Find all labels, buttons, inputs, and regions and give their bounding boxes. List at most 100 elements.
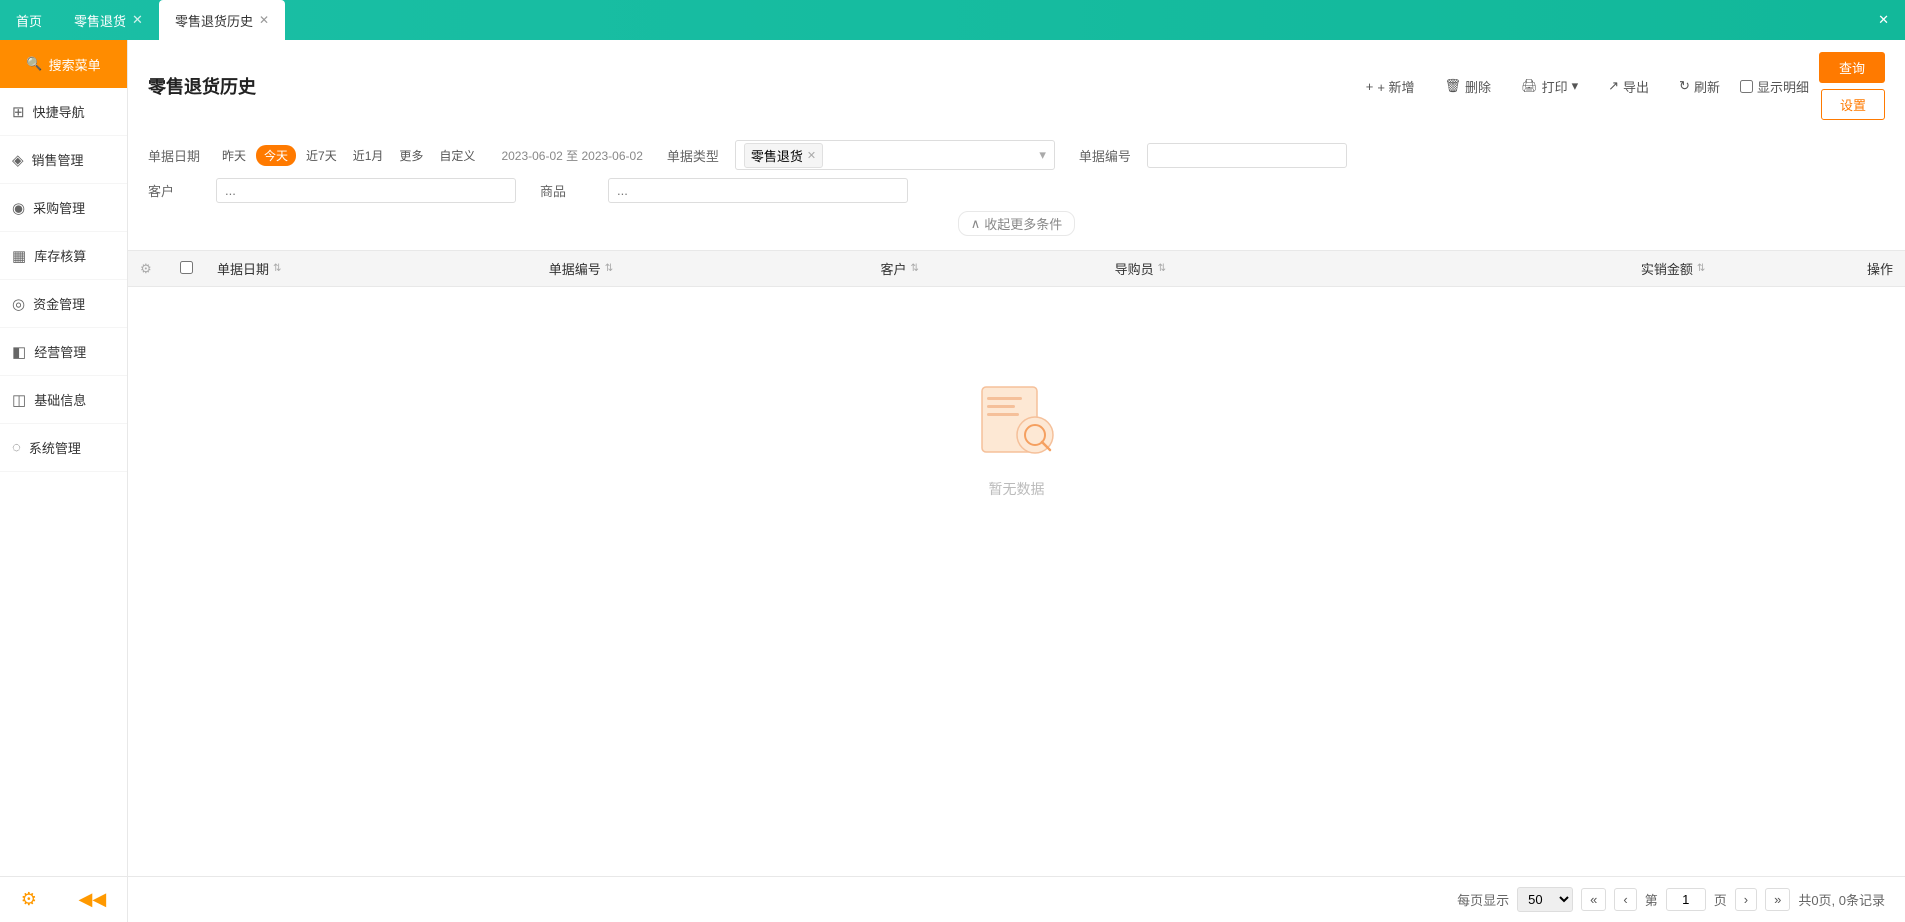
finance-icon: ◎: [12, 295, 25, 313]
sidebar-item-purchase-mgmt[interactable]: ◉ 采购管理: [0, 184, 127, 232]
th-doc-no-sort[interactable]: 单据编号 ⇅: [549, 259, 857, 278]
operations-icon: ◧: [12, 343, 26, 361]
refresh-label: 刷新: [1694, 77, 1720, 96]
page-header: 零售退货历史 + + 新增 🗑 删除 🖨 打印 ▾: [128, 40, 1905, 251]
last-page-button[interactable]: »: [1765, 888, 1790, 911]
empty-icon: [967, 367, 1067, 467]
doc-type-tag-value: 零售退货: [751, 146, 803, 165]
doc-type-tag: 零售退货 ✕: [744, 143, 823, 168]
top-bar: 首页 零售退货 ✕ 零售退货历史 ✕ ✕: [0, 0, 1905, 40]
query-button[interactable]: 查询: [1819, 52, 1885, 83]
th-guide: 导购员 ⇅: [1103, 251, 1386, 287]
settings-button[interactable]: 设置: [1821, 89, 1885, 120]
doc-type-tag-close[interactable]: ✕: [807, 149, 816, 162]
sidebar-item-system-mgmt[interactable]: ◌ 系统管理: [0, 424, 127, 472]
date-opt-today[interactable]: 今天: [256, 145, 296, 166]
customer-input[interactable]: [216, 178, 516, 203]
export-button[interactable]: ↗ 导出: [1598, 72, 1659, 101]
sidebar-item-basic-info[interactable]: ◫ 基础信息: [0, 376, 127, 424]
sort-icon-amount: ⇅: [1697, 263, 1705, 274]
page-size-label: 每页显示: [1457, 890, 1509, 909]
goods-input[interactable]: [608, 178, 908, 203]
th-doc-no: 单据编号 ⇅: [537, 251, 869, 287]
date-opt-more[interactable]: 更多: [393, 145, 429, 166]
date-opt-yesterday[interactable]: 昨天: [216, 145, 252, 166]
sidebar-item-system-label: 系统管理: [29, 438, 81, 457]
delete-button[interactable]: 🗑 删除: [1435, 72, 1502, 101]
th-settings: ⚙: [128, 251, 168, 287]
collapse-button[interactable]: ∧ 收起更多条件: [958, 211, 1076, 236]
export-icon: ↗: [1608, 78, 1619, 94]
page-number-input[interactable]: [1666, 888, 1706, 911]
th-customer: 客户 ⇅: [868, 251, 1102, 287]
delete-label: 删除: [1465, 77, 1491, 96]
customer-filter-group: 客户: [148, 178, 516, 203]
purchase-icon: ◉: [12, 199, 25, 217]
collapse-label: 收起更多条件: [984, 214, 1062, 233]
date-opt-1month[interactable]: 近1月: [347, 145, 390, 166]
show-detail-label: 显示明细: [1757, 77, 1809, 96]
doc-no-input[interactable]: [1147, 143, 1347, 168]
customer-label: 客户: [148, 181, 208, 200]
print-button[interactable]: 🖨 打印 ▾: [1511, 72, 1588, 101]
table-area: ⚙ 单据日期 ⇅ 单据编号: [128, 251, 1905, 876]
new-button[interactable]: + + 新增: [1356, 72, 1425, 101]
page-title: 零售退货历史: [148, 73, 256, 99]
tab-retail-return-history[interactable]: 零售退货历史 ✕: [159, 0, 285, 40]
window-close-button[interactable]: ✕: [1878, 12, 1905, 28]
date-options: 昨天 今天 近7天 近1月 更多 自定义: [216, 145, 481, 166]
basic-info-icon: ◫: [12, 391, 26, 409]
sidebar-item-operations-label: 经营管理: [34, 342, 86, 361]
date-opt-custom[interactable]: 自定义: [433, 145, 481, 166]
gear-icon[interactable]: ⚙: [21, 889, 37, 910]
date-filter-group: 单据日期 昨天 今天 近7天 近1月 更多 自定义 2023-06-02 至 2…: [148, 145, 643, 166]
sidebar-search-label: 搜索菜单: [49, 55, 101, 74]
doc-type-select[interactable]: 零售退货 ✕ ▾: [735, 140, 1055, 170]
sidebar-search[interactable]: 🔍 搜索菜单: [0, 40, 127, 88]
sidebar-item-sales-mgmt[interactable]: ◈ 销售管理: [0, 136, 127, 184]
page-word-prefix: 第: [1645, 890, 1658, 909]
sidebar-item-quick-nav[interactable]: ⊞ 快捷导航: [0, 88, 127, 136]
sidebar-item-basic-info-label: 基础信息: [34, 390, 86, 409]
th-action-label: 操作: [1867, 262, 1893, 277]
tab-home[interactable]: 首页: [0, 0, 58, 40]
toolbar: + + 新增 🗑 删除 🖨 打印 ▾ ↗ 导出: [1356, 52, 1885, 120]
pagination-bar: 每页显示 20 50 100 « ‹ 第 页 › » 共0页, 0条记录: [128, 876, 1905, 922]
goods-filter-group: 商品: [540, 178, 908, 203]
sidebar-item-finance[interactable]: ◎ 资金管理: [0, 280, 127, 328]
date-opt-7days[interactable]: 近7天: [300, 145, 343, 166]
tab-retail-return[interactable]: 零售退货 ✕: [58, 0, 159, 40]
doc-type-chevron-icon: ▾: [1039, 147, 1046, 163]
sidebar-item-operations[interactable]: ◧ 经营管理: [0, 328, 127, 376]
select-all-checkbox[interactable]: [180, 261, 193, 274]
column-settings-icon[interactable]: ⚙: [140, 261, 152, 276]
sidebar-item-inventory[interactable]: ▦ 库存核算: [0, 232, 127, 280]
page-title-bar: 零售退货历史 + + 新增 🗑 删除 🖨 打印 ▾: [148, 52, 1885, 120]
th-guide-sort[interactable]: 导购员 ⇅: [1115, 259, 1374, 278]
th-customer-sort[interactable]: 客户 ⇅: [880, 259, 1090, 278]
sound-icon[interactable]: ◀◀: [79, 889, 107, 910]
new-label: + 新增: [1377, 77, 1414, 96]
new-icon: +: [1366, 79, 1374, 94]
sidebar-item-inventory-label: 库存核算: [34, 246, 86, 265]
show-detail-checkbox[interactable]: [1740, 80, 1753, 93]
refresh-icon: ↻: [1679, 78, 1690, 94]
quick-nav-icon: ⊞: [12, 103, 25, 121]
delete-icon: 🗑: [1445, 78, 1462, 94]
th-doc-date-sort[interactable]: 单据日期 ⇅: [217, 259, 525, 278]
th-amount-sort[interactable]: 实销金额 ⇅: [1398, 259, 1706, 278]
date-label: 单据日期: [148, 146, 208, 165]
sidebar-item-sales-label: 销售管理: [32, 150, 84, 169]
refresh-button[interactable]: ↻ 刷新: [1669, 72, 1730, 101]
next-page-button[interactable]: ›: [1735, 888, 1757, 911]
tab-retail-return-history-label: 零售退货历史: [175, 11, 253, 30]
prev-page-button[interactable]: ‹: [1614, 888, 1636, 911]
tab-retail-return-history-close[interactable]: ✕: [259, 13, 269, 27]
print-label: 打印: [1542, 77, 1568, 96]
tab-retail-return-close[interactable]: ✕: [132, 12, 143, 28]
inventory-icon: ▦: [12, 247, 26, 265]
collapse-icon: ∧: [971, 216, 981, 232]
table-header-row: ⚙ 单据日期 ⇅ 单据编号: [128, 251, 1905, 287]
page-size-select[interactable]: 20 50 100: [1517, 887, 1573, 912]
first-page-button[interactable]: «: [1581, 888, 1606, 911]
